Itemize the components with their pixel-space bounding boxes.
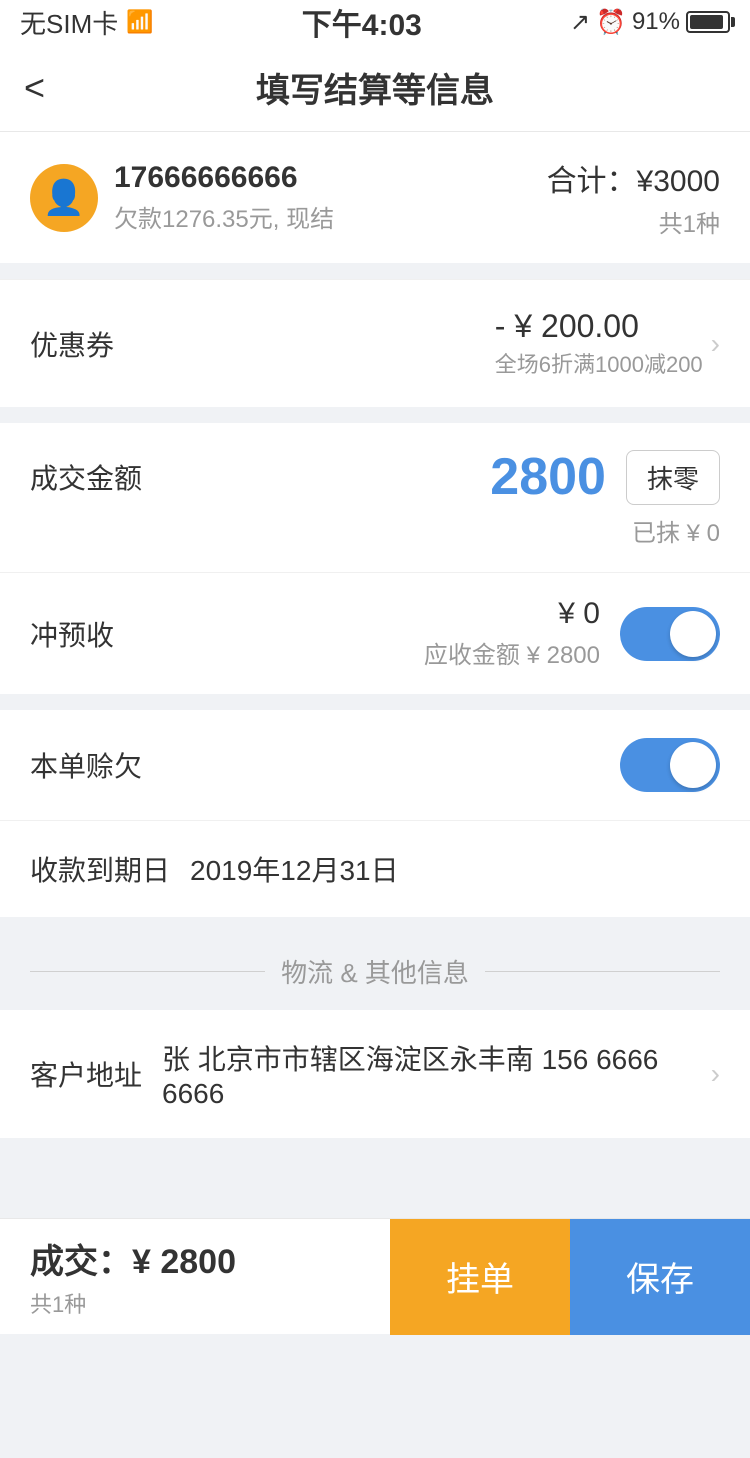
amount-right: 2800 抹零 <box>490 447 720 507</box>
total-amount: 合计：¥3000 <box>547 156 720 200</box>
debt-section: 本单赊欠 <box>0 710 750 820</box>
chevron-right-icon: › <box>711 328 720 360</box>
duedate-label: 收款到期日 <box>30 849 170 889</box>
coupon-right: - ¥ 200.00 全场6折满1000减200 › <box>495 308 720 379</box>
status-bar: 无SIM卡 📶 下午4:03 ↗ ⏰ 91% <box>0 0 750 44</box>
coupon-discount: - ¥ 200.00 <box>495 308 703 345</box>
divider-line-right <box>485 971 720 972</box>
deal-label: 成交： <box>30 1243 132 1281</box>
deal-amount: ¥ 2800 <box>132 1243 236 1281</box>
back-button[interactable]: < <box>24 67 45 109</box>
coupon-description: 全场6折满1000减200 <box>495 347 703 379</box>
coupon-info: - ¥ 200.00 全场6折满1000减200 <box>495 308 703 379</box>
prepay-values: ¥ 0 应收金额 ¥ 2800 <box>424 597 600 670</box>
status-left: 无SIM卡 📶 <box>20 4 154 41</box>
total-count: 共1种 <box>547 204 720 239</box>
debt-label: 本单赊欠 <box>30 745 142 785</box>
amount-row: 成交金额 2800 抹零 <box>30 447 720 507</box>
save-button[interactable]: 保存 <box>570 1219 750 1335</box>
status-right: ↗ ⏰ 91% <box>570 8 730 37</box>
prepay-sub-text: 应收金额 ¥ 2800 <box>424 635 600 670</box>
customer-right: 合计：¥3000 共1种 <box>547 156 720 239</box>
carrier-label: 无SIM卡 <box>20 4 118 41</box>
address-chevron-icon: › <box>711 1058 720 1090</box>
prepay-row: 冲预收 ¥ 0 应收金额 ¥ 2800 <box>30 597 720 670</box>
alarm-icon: ⏰ <box>596 8 626 37</box>
logistics-label: 物流 & 其他信息 <box>281 953 469 990</box>
customer-row: 👤 17666666666 欠款1276.35元, 现结 合计：¥3000 共1… <box>30 156 720 239</box>
round-button[interactable]: 抹零 <box>626 450 720 505</box>
section-divider-1 <box>0 407 750 423</box>
nav-bar: < 填写结算等信息 <box>0 44 750 132</box>
address-value: 张 北京市市辖区海淀区永丰南 156 6666 6666 <box>162 1038 711 1110</box>
prepay-right: ¥ 0 应收金额 ¥ 2800 <box>424 597 720 670</box>
address-label: 客户地址 <box>30 1054 142 1094</box>
battery-percent: 91% <box>632 8 680 36</box>
transaction-amount: 2800 <box>490 447 606 507</box>
avatar: 👤 <box>30 164 98 232</box>
duedate-value: 2019年12月31日 <box>190 849 399 889</box>
customer-debt: 欠款1276.35元, 现结 <box>114 199 334 234</box>
duedate-section: 收款到期日 2019年12月31日 <box>0 820 750 917</box>
coupon-label: 优惠券 <box>30 324 114 364</box>
hold-button[interactable]: 挂单 <box>390 1219 570 1335</box>
wifi-icon: 📶 <box>126 9 153 35</box>
section-divider-2 <box>0 694 750 710</box>
debt-toggle[interactable] <box>620 738 720 792</box>
bottom-summary: 成交：¥ 2800 共1种 <box>0 1234 390 1319</box>
customer-phone: 17666666666 <box>114 161 334 195</box>
page-title: 填写结算等信息 <box>256 63 494 112</box>
divider-line-left <box>30 971 265 972</box>
location-icon: ↗ <box>570 8 590 37</box>
prepay-section: 冲预收 ¥ 0 应收金额 ¥ 2800 <box>0 572 750 694</box>
avatar-icon: 👤 <box>43 178 85 218</box>
customer-left: 👤 17666666666 欠款1276.35元, 现结 <box>30 161 334 234</box>
prepay-toggle[interactable] <box>620 607 720 661</box>
battery-icon <box>686 11 730 33</box>
amount-sub-text: 已抹 ¥ 0 <box>30 513 720 548</box>
prepay-amount: ¥ 0 <box>424 597 600 631</box>
bottom-count: 共1种 <box>30 1287 360 1319</box>
duedate-row: 收款到期日 2019年12月31日 <box>30 849 720 889</box>
status-time: 下午4:03 <box>302 0 422 44</box>
bottom-bar: 成交：¥ 2800 共1种 挂单 保存 <box>0 1218 750 1334</box>
section-divider-3 <box>0 917 750 933</box>
transaction-section: 成交金额 2800 抹零 已抹 ¥ 0 <box>0 423 750 572</box>
logistics-divider: 物流 & 其他信息 <box>0 933 750 1010</box>
prepay-label: 冲预收 <box>30 614 114 654</box>
bottom-deal-row: 成交：¥ 2800 <box>30 1234 360 1283</box>
coupon-row[interactable]: 优惠券 - ¥ 200.00 全场6折满1000减200 › <box>0 279 750 407</box>
address-section[interactable]: 客户地址 张 北京市市辖区海淀区永丰南 156 6666 6666 › <box>0 1010 750 1138</box>
customer-card: 👤 17666666666 欠款1276.35元, 现结 合计：¥3000 共1… <box>0 132 750 263</box>
amount-label: 成交金额 <box>30 457 142 497</box>
customer-info: 17666666666 欠款1276.35元, 现结 <box>114 161 334 234</box>
